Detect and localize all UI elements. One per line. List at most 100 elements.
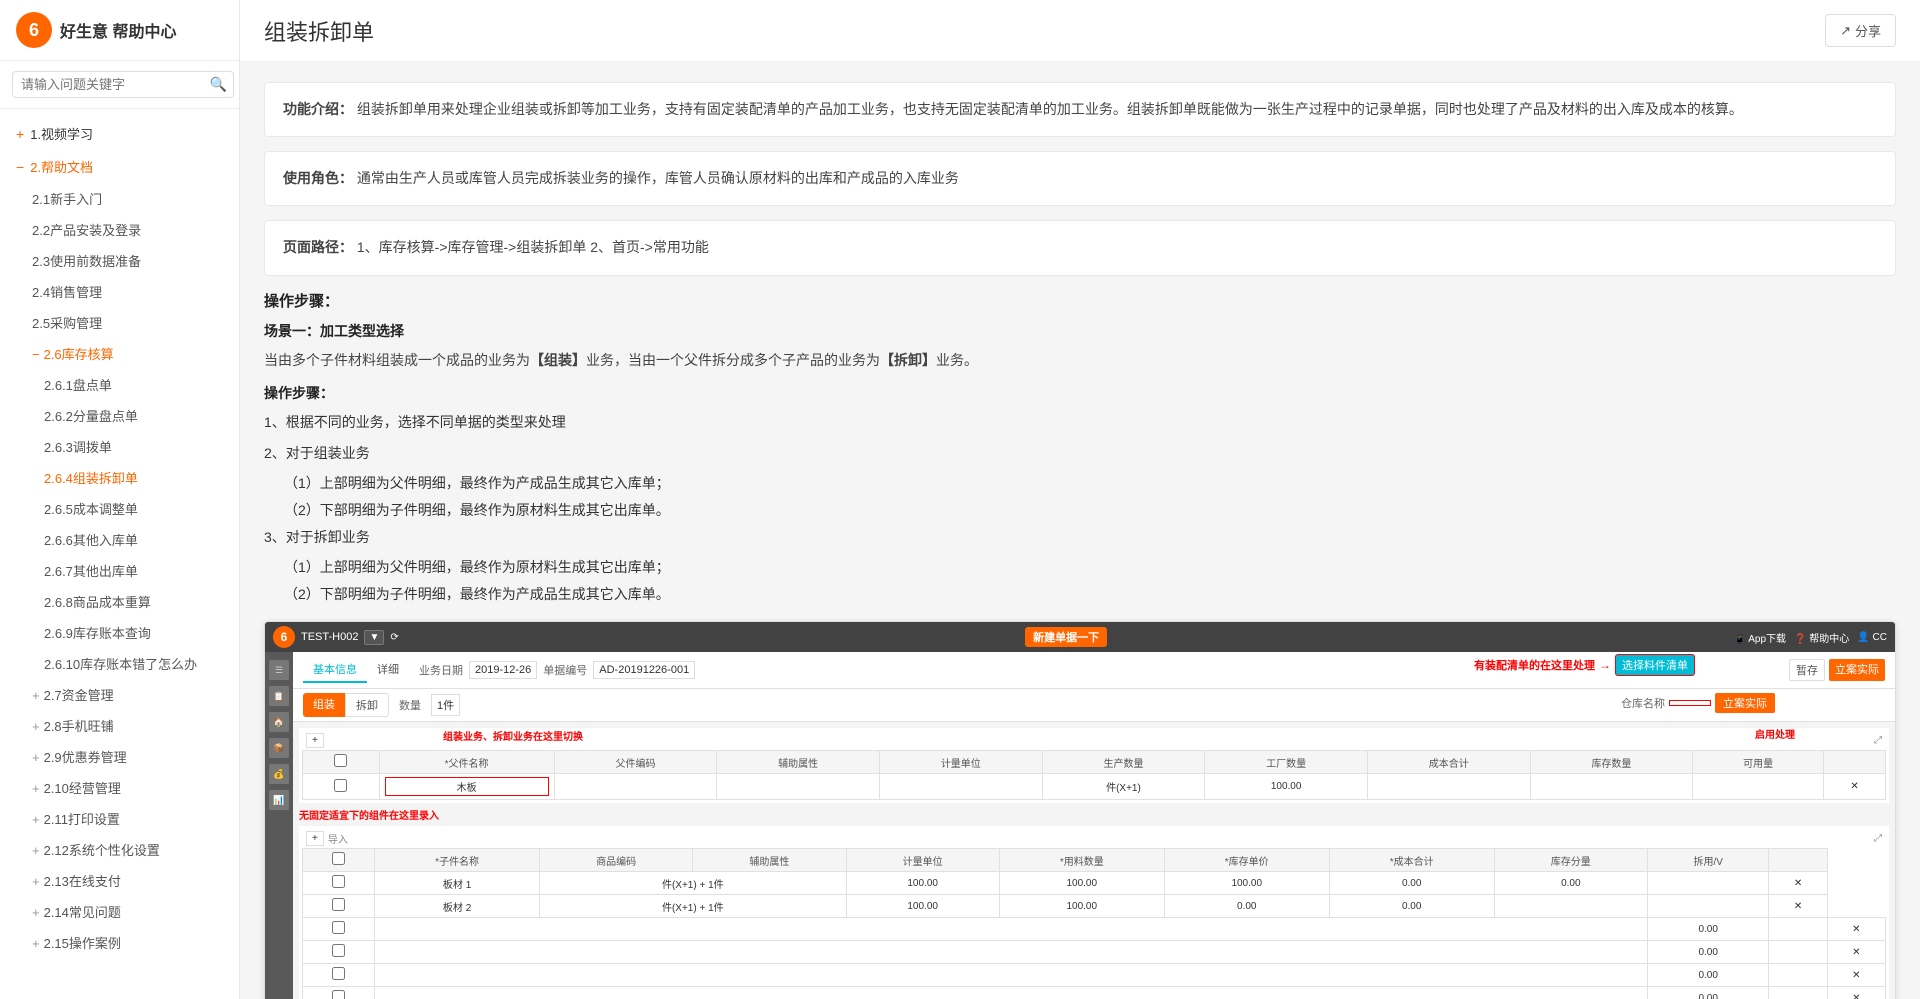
sidebar-item-docs[interactable]: − 2.帮助文档 [0, 150, 239, 183]
search-area: 🔍 [0, 61, 239, 109]
lower-row-ops-4[interactable]: ✕ [1852, 947, 1860, 958]
ops-steps-heading: 操作步骤： [264, 383, 1896, 403]
share-icon: ↗ [1840, 23, 1851, 39]
lower-table-row-3: 0.00 ✕ [303, 918, 1886, 941]
mockup-date-value: 2019-12-26 [469, 661, 537, 679]
share-button[interactable]: ↗ 分享 [1825, 14, 1896, 47]
mockup-enable-btn[interactable]: 立案实际 [1715, 693, 1775, 713]
lower-row-ops-6[interactable]: ✕ [1852, 993, 1860, 999]
col-header-prod-qty: 生产数量 [1042, 751, 1205, 774]
sidebar-item-2-14[interactable]: +2.14常见问题 [0, 896, 239, 927]
sidebar-item-2-1[interactable]: 2.1新手入门 [0, 183, 239, 214]
sidebar-item-2-6-2[interactable]: 2.6.2分量盘点单 [0, 400, 239, 431]
step-2-sub1: （1）上部明细为父件明细，最终作为产成品生成其它入库单； [284, 470, 1896, 497]
sidebar-item-2-6-1[interactable]: 2.6.1盘点单 [0, 369, 239, 400]
mockup-sidebar-icon-6: 📊 [269, 790, 289, 810]
cell-checkbox [303, 774, 380, 800]
mockup-refresh-icon: ⟳ [390, 632, 398, 643]
mockup-add-row-btn-2[interactable]: + [306, 831, 324, 846]
mockup-main: 基本信息 详细 业务日期 2019-12-26 单据编号 AD-20191226… [293, 652, 1895, 999]
mockup-lower-controls: + 导入 [306, 831, 348, 846]
steps-heading: 操作步骤： [264, 290, 1896, 311]
mockup-btn-assemble[interactable]: 组装 [303, 693, 345, 717]
row-check-2[interactable] [332, 898, 345, 911]
mockup-lower-right-icon: ⤢ [1874, 833, 1882, 844]
lower-row-ops-3[interactable]: ✕ [1852, 924, 1860, 935]
sidebar-item-2-9[interactable]: +2.9优惠券管理 [0, 741, 239, 772]
mockup-confirm-btn[interactable]: 选择料件清单 [1615, 654, 1695, 676]
mockup-lower-table-area: + 导入 ⤢ *子件名称 商品编码 辅助属性 [299, 826, 1889, 999]
mockup-lower-table: *子件名称 商品编码 辅助属性 计量单位 *用料数量 *库存单价 *成本合计 库… [302, 848, 1886, 999]
col-h-unit: 计量单位 [846, 849, 999, 872]
sidebar-item-2-2[interactable]: 2.2产品安装及登录 [0, 214, 239, 245]
sidebar-item-2-6-10[interactable]: 2.6.10库存账本错了怎么办 [0, 648, 239, 679]
mockup-btn-save[interactable]: 暂存 [1789, 659, 1825, 681]
sidebar-item-video[interactable]: + 1.视频学习 [0, 117, 239, 150]
mockup-btn-new-doc[interactable]: 新建单据一下 [1025, 627, 1107, 647]
sidebar-item-2-6[interactable]: −2.6库存核算 [0, 338, 239, 369]
select-all-checkbox[interactable] [334, 754, 347, 767]
sidebar-item-2-5[interactable]: 2.5采购管理 [0, 307, 239, 338]
row-check-1[interactable] [332, 875, 345, 888]
lower-row-ops-5[interactable]: ✕ [1852, 970, 1860, 981]
lower-row-ops-1[interactable]: ✕ [1794, 878, 1802, 889]
search-icon[interactable]: 🔍 [210, 76, 227, 93]
nav-tree: + 1.视频学习 − 2.帮助文档 2.1新手入门 2.2产品安装及登录 2.3… [0, 109, 239, 999]
path-text: 1、库存核算->库存管理->组装拆卸单 2、首页->常用功能 [357, 239, 709, 255]
parent-name-input[interactable]: 木板 [385, 777, 549, 796]
sidebar-item-2-3[interactable]: 2.3使用前数据准备 [0, 245, 239, 276]
sidebar-item-2-6-9[interactable]: 2.6.9库存账本查询 [0, 617, 239, 648]
row-check-6[interactable] [332, 990, 345, 999]
mockup-add-row-btn[interactable]: + [306, 733, 324, 748]
plus-icon-2-12: + [32, 843, 40, 858]
sidebar-item-2-6-8[interactable]: 2.6.8商品成本重算 [0, 586, 239, 617]
lower-row-ops-2[interactable]: ✕ [1794, 901, 1802, 912]
sidebar-item-2-6-3[interactable]: 2.6.3调拨单 [0, 431, 239, 462]
cell-row-ops: ✕ [1824, 774, 1886, 800]
sidebar-item-2-8[interactable]: +2.8手机旺铺 [0, 710, 239, 741]
share-label: 分享 [1855, 21, 1881, 40]
sidebar-label: 1.视频学习 [30, 124, 93, 143]
content-area: 功能介绍： 组装拆卸单用来处理企业组装或拆卸等加工业务，支持有固定装配清单的产品… [240, 62, 1920, 999]
sidebar-item-2-6-4[interactable]: 2.6.4组装拆卸单 [0, 462, 239, 493]
row-delete-icon[interactable]: ✕ [1850, 781, 1858, 792]
col-header-cost: 成本合计 [1367, 751, 1530, 774]
sidebar-item-2-12[interactable]: +2.12系统个性化设置 [0, 834, 239, 865]
mockup-body: ☰ 📋 🏠 📦 💰 📊 基本信息 详细 [265, 652, 1895, 999]
col-header-name: *父件名称 [379, 751, 554, 774]
sidebar-item-2-6-5[interactable]: 2.6.5成本调整单 [0, 493, 239, 524]
sidebar-item-2-15[interactable]: +2.15操作案例 [0, 927, 239, 958]
main-panel: 组装拆卸单 ↗ 分享 功能介绍： 组装拆卸单用来处理企业组装或拆卸等加工业务，支… [240, 0, 1920, 999]
col-h-attr: 辅助属性 [693, 849, 846, 872]
col-h-cost: *成本合计 [1329, 849, 1494, 872]
row-check-5[interactable] [332, 967, 345, 980]
row-check-4[interactable] [332, 944, 345, 957]
sidebar-item-2-6-7[interactable]: 2.6.7其他出库单 [0, 555, 239, 586]
function-intro-block: 功能介绍： 组装拆卸单用来处理企业组装或拆卸等加工业务，支持有固定装配清单的产品… [264, 82, 1896, 137]
col-h-qty: *用料数量 [999, 849, 1164, 872]
mockup-warehouse-input[interactable] [1669, 700, 1711, 706]
sidebar-item-2-4[interactable]: 2.4销售管理 [0, 276, 239, 307]
lower-table-row-1: 板材 1 件(X+1) + 1件 100.00 100.00 100.00 0.… [303, 872, 1886, 895]
row-checkbox[interactable] [334, 779, 347, 792]
search-input[interactable] [12, 71, 234, 98]
sidebar-item-2-6-6[interactable]: 2.6.6其他入库单 [0, 524, 239, 555]
plus-icon-2-14: + [32, 905, 40, 920]
mockup-btn-disassemble[interactable]: 拆卸 [345, 693, 389, 717]
mockup-top-icons: ⟳ [390, 632, 398, 643]
sidebar-item-2-10[interactable]: +2.10经营管理 [0, 772, 239, 803]
step-3-sub2: （2）下部明细为子件明细，最终作为产成品生成其它入库单。 [284, 581, 1896, 608]
row-check-3[interactable] [332, 921, 345, 934]
mockup-annotation-4-area: 无固定适宜下的组件在这里录入 [293, 805, 1895, 824]
mockup-tab-basic[interactable]: 基本信息 [303, 657, 367, 683]
mockup-user: 👤 CC [1857, 632, 1887, 643]
plus-icon-2-10: + [32, 781, 40, 796]
mockup-btn-submit[interactable]: 立案实际 [1829, 659, 1885, 681]
cell-prod-qty: 件(X+1) [1042, 774, 1205, 800]
mockup-tab-detail[interactable]: 详细 [367, 657, 409, 683]
sidebar-item-2-13[interactable]: +2.13在线支付 [0, 865, 239, 896]
sidebar-item-2-7[interactable]: +2.7资金管理 [0, 679, 239, 710]
select-all-lower[interactable] [332, 852, 345, 865]
sidebar-item-2-11[interactable]: +2.11打印设置 [0, 803, 239, 834]
path-block: 页面路径： 1、库存核算->库存管理->组装拆卸单 2、首页->常用功能 [264, 220, 1896, 275]
